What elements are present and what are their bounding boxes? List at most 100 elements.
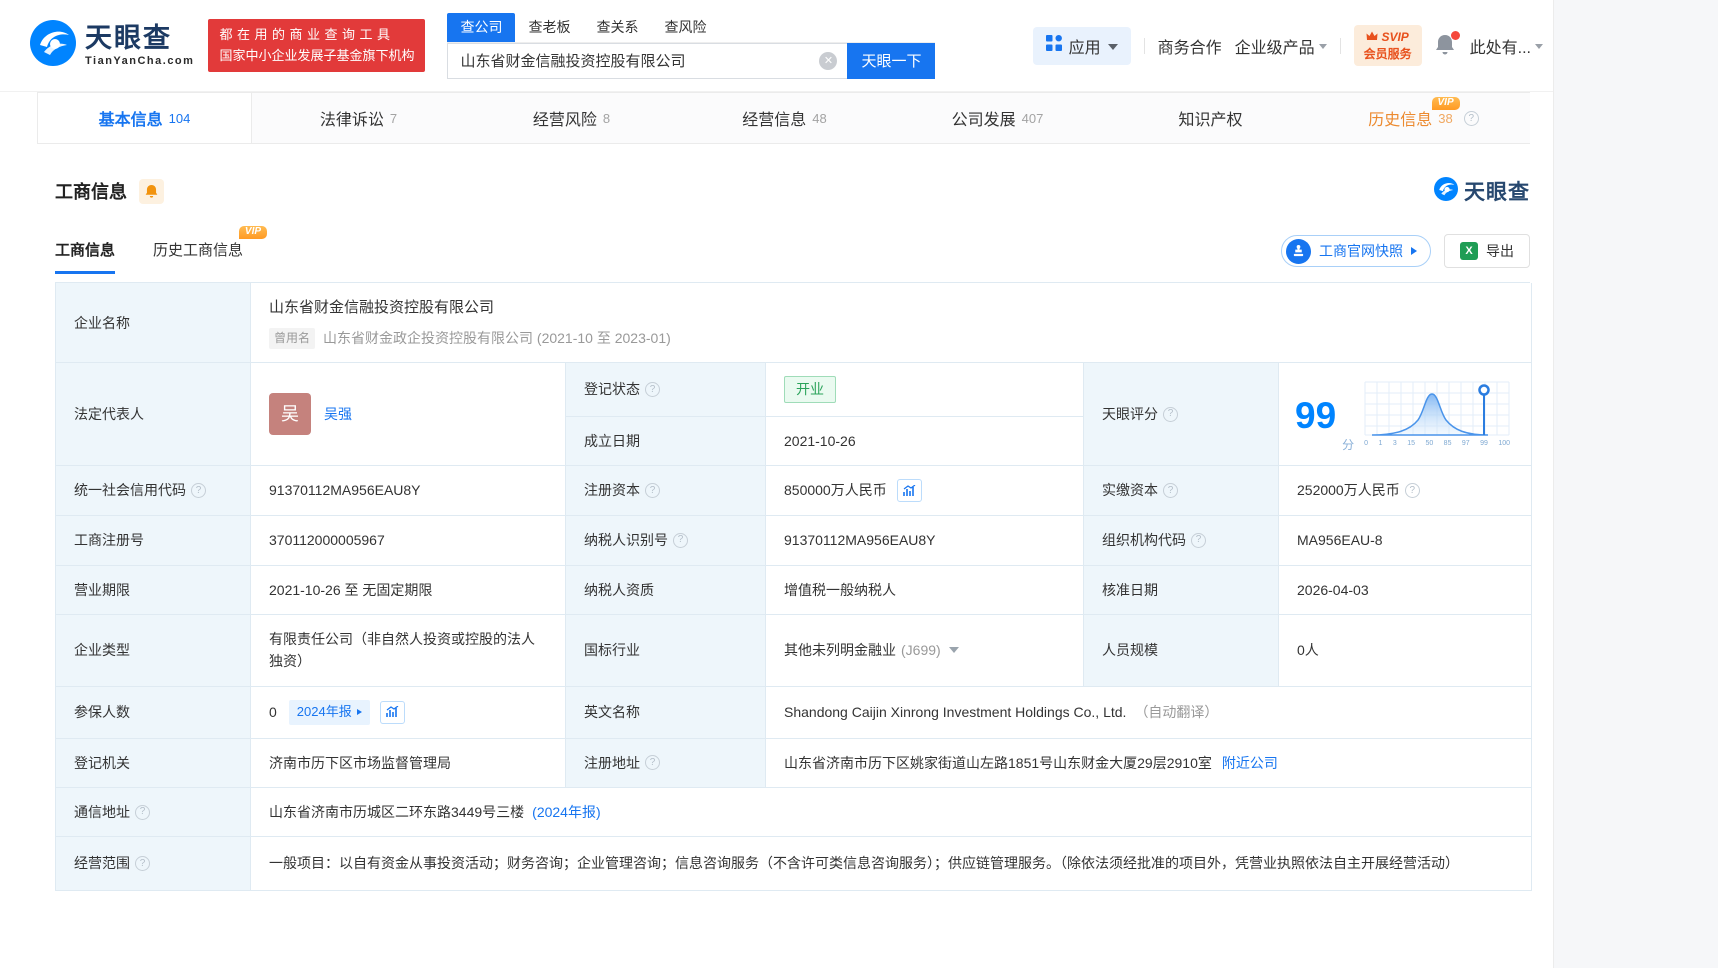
watermark-logo-icon <box>1434 176 1458 206</box>
auto-translate-note: （自动翻译） <box>1134 703 1219 720</box>
crown-icon <box>1366 29 1378 45</box>
field-label: 组织机构代码 <box>1084 516 1279 566</box>
industry: 其他未列明金融业 <box>784 642 896 659</box>
official-snapshot-button[interactable]: 工商官网快照 <box>1281 235 1431 267</box>
help-icon[interactable] <box>1463 110 1479 126</box>
slogan-line2: 国家中小企业发展子基金旗下机构 <box>219 47 415 63</box>
chevron-down-icon <box>1535 44 1543 49</box>
tab-history-info[interactable]: 历史信息38 VIP <box>1317 93 1530 143</box>
help-icon[interactable] <box>1191 532 1206 548</box>
staff-size: 0人 <box>1279 614 1532 687</box>
search-tab-relation[interactable]: 查关系 <box>583 13 651 42</box>
score-unit: 分 <box>1342 437 1355 452</box>
nav-cooperation[interactable]: 商务合作 <box>1158 34 1222 58</box>
search-tab-company[interactable]: 查公司 <box>447 12 516 42</box>
section-title: 工商信息 <box>55 182 127 202</box>
subscribe-bell-button[interactable] <box>139 178 164 204</box>
tab-company-development[interactable]: 公司发展 407 <box>891 93 1104 143</box>
tab-operation-risk[interactable]: 经营风险 8 <box>465 93 678 143</box>
paid-capital: 252000万人民币 <box>1297 482 1400 499</box>
svip-label: SVIP <box>1381 30 1409 45</box>
subtab-business-info[interactable]: 工商信息 <box>55 239 116 274</box>
help-icon[interactable] <box>645 483 660 499</box>
former-name-badge: 曾用名 <box>269 327 316 349</box>
divider <box>1143 37 1145 54</box>
chevron-down-icon[interactable] <box>948 647 959 654</box>
help-icon[interactable] <box>673 532 688 548</box>
annual-report-link[interactable]: (2024年报) <box>532 801 600 823</box>
mailing-cell: 山东省济南市历城区二环东路3449号三楼 (2024年报) <box>251 787 1532 838</box>
established-date: 2021-10-26 <box>766 416 1084 467</box>
export-button[interactable]: X 导出 <box>1444 234 1530 268</box>
search-button[interactable]: 天眼一下 <box>847 42 936 79</box>
subtab-history-business-info[interactable]: 历史工商信息 VIP <box>153 226 268 274</box>
registry: 济南市历下区市场监督管理局 <box>251 738 566 788</box>
tab-legal[interactable]: 法律诉讼 7 <box>252 93 465 143</box>
tab-operation-info[interactable]: 经营信息 48 <box>678 93 891 143</box>
registered-address: 山东省济南市历下区姚家街道山左路1851号山东财金大厦29层2910室 <box>784 754 1212 771</box>
annual-report-badge[interactable]: 2024年报 <box>288 699 370 725</box>
tab-basic-info[interactable]: 基本信息 104 <box>37 93 252 143</box>
clear-search-icon[interactable]: ✕ <box>819 51 838 70</box>
search-input[interactable] <box>447 42 848 79</box>
mailing-address: 山东省济南市历城区二环东路3449号三楼 <box>269 803 525 820</box>
help-icon[interactable] <box>1163 406 1178 422</box>
score-cell: 99 分 0 1 3 15 50 85 97 99 100 <box>1279 363 1532 467</box>
apps-menu[interactable]: 应用 <box>1032 26 1131 65</box>
search-tab-boss[interactable]: 查老板 <box>515 13 583 42</box>
tianyancha-logo[interactable]: 天眼查 TianYanCha.com <box>30 20 194 71</box>
notification-dot-badge <box>1450 30 1460 40</box>
help-icon[interactable] <box>645 755 660 771</box>
field-label: 经营范围 <box>56 837 251 891</box>
stamp-icon <box>1286 238 1311 264</box>
field-label: 统一社会信用代码 <box>56 466 251 517</box>
divider <box>1339 37 1341 54</box>
search-box: ✕ 天眼一下 <box>447 42 936 79</box>
user-menu[interactable]: 此处有... <box>1470 34 1543 58</box>
trend-chart-icon[interactable] <box>379 700 405 724</box>
tab-intellectual-property[interactable]: 知识产权 <box>1104 93 1317 143</box>
bell-icon <box>145 184 158 198</box>
legal-rep-cell: 吴 吴强 <box>251 363 566 467</box>
field-label: 营业期限 <box>56 565 251 615</box>
trend-chart-icon[interactable] <box>896 479 922 503</box>
apps-label: 应用 <box>1068 39 1101 57</box>
arrow-right-icon <box>356 709 362 716</box>
slogan-line1: 都在用的商业查询工具 <box>219 27 395 43</box>
avatar[interactable]: 吴 <box>269 393 311 436</box>
help-icon[interactable] <box>645 382 660 398</box>
field-label: 通信地址 <box>56 787 251 838</box>
nav-enterprise[interactable]: 企业级产品 <box>1235 34 1327 58</box>
approved-date: 2026-04-03 <box>1279 565 1532 615</box>
svip-badge[interactable]: SVIP 会员服务 <box>1353 25 1422 66</box>
status-badge: 开业 <box>784 376 836 403</box>
help-icon[interactable] <box>1163 483 1178 499</box>
notification-bell[interactable] <box>1435 30 1460 60</box>
field-label: 天眼评分 <box>1084 363 1279 467</box>
nearby-companies-link[interactable]: 附近公司 <box>1222 752 1278 774</box>
help-icon[interactable] <box>135 804 150 820</box>
field-label: 核准日期 <box>1084 565 1279 615</box>
business-info-table: 企业名称 山东省财金信融投资控股有限公司 曾用名 山东省财金政企投资控股有限公司… <box>55 282 1532 891</box>
field-label: 法定代表人 <box>56 363 251 467</box>
english-name: Shandong Caijin Xinrong Investment Holdi… <box>784 703 1127 720</box>
org-code: MA956EAU-8 <box>1279 516 1532 566</box>
help-icon[interactable] <box>135 856 150 872</box>
legal-rep-link[interactable]: 吴强 <box>324 403 352 425</box>
business-info-section: 工商信息 天眼查 工商信息 历史工商信息 VIP 工商官网快照 X 导出 企业名… <box>55 176 1532 891</box>
taxpayer-type: 增值税一般纳税人 <box>766 565 1084 615</box>
insured-count: 0 <box>269 703 277 720</box>
help-icon[interactable] <box>191 483 206 499</box>
slogan-banner: 都在用的商业查询工具 国家中小企业发展子基金旗下机构 <box>208 19 426 72</box>
bell-icon <box>1435 34 1455 60</box>
company-name-cell: 山东省财金信融投资控股有限公司 曾用名 山东省财金政企投资控股有限公司 (202… <box>251 283 1532 364</box>
arrow-right-icon <box>1411 247 1417 255</box>
former-name: 山东省财金政企投资控股有限公司 (2021-10 至 2023-01) <box>323 330 671 346</box>
field-label: 登记机关 <box>56 738 251 788</box>
help-icon[interactable] <box>1404 483 1420 499</box>
search-tab-risk[interactable]: 查风险 <box>651 13 719 42</box>
taxpayer-no: 91370112MA956EAU8Y <box>766 516 1084 566</box>
field-label: 纳税人资质 <box>566 565 766 615</box>
company-type: 有限责任公司（非自然人投资或控股的法人独资） <box>251 614 566 687</box>
vip-badge: VIP <box>1431 97 1460 110</box>
